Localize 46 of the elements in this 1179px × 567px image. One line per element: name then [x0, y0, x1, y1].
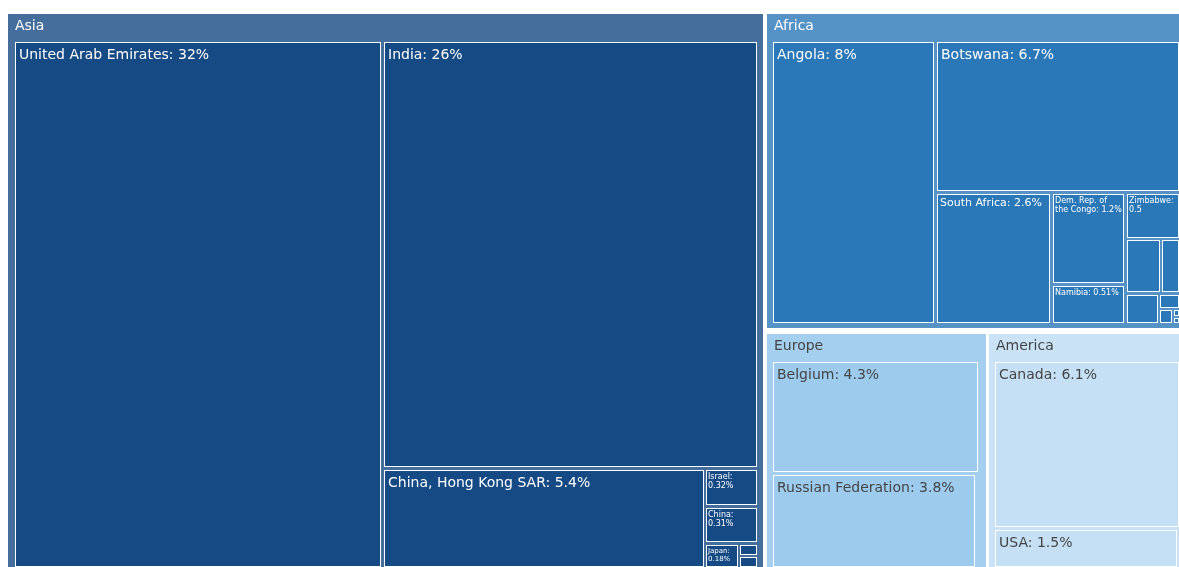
- tile-label: Dem. Rep. of the Congo: 1.2%: [1055, 196, 1122, 215]
- treemap-tile[interactable]: [740, 557, 757, 567]
- region-label: Europe: [774, 337, 824, 354]
- treemap-tile[interactable]: Dem. Rep. of the Congo: 1.2%: [1053, 194, 1124, 283]
- treemap-tile[interactable]: Angola: 8%: [773, 42, 934, 323]
- treemap-tile[interactable]: Zimbabwe: 0.5: [1127, 194, 1179, 238]
- region-block[interactable]: Europe Belgium: 4.3% Russian Federation: 3.8%: [767, 334, 986, 567]
- treemap-tile[interactable]: Belgium: 4.3%: [773, 362, 978, 472]
- treemap-tile[interactable]: Botswana: 6.7%: [937, 42, 1179, 191]
- treemap-tile[interactable]: [1127, 295, 1158, 323]
- tile-label: Angola: 8%: [777, 46, 857, 63]
- treemap-tile[interactable]: USA: 1.5%: [995, 530, 1177, 567]
- treemap-tile[interactable]: Russian Federation: 3.8%: [773, 475, 975, 567]
- tile-label: China: 0.31%: [708, 510, 735, 529]
- tile-label: Israel: 0.32%: [708, 472, 735, 491]
- treemap-tile[interactable]: [1160, 295, 1179, 308]
- tile-label: Namibia: 0.51%: [1055, 288, 1119, 298]
- treemap-tile[interactable]: [1127, 240, 1160, 292]
- region-label: Africa: [774, 17, 814, 34]
- tile-label: India: 26%: [388, 46, 463, 63]
- region-block[interactable]: America Canada: 6.1% USA: 1.5%: [989, 334, 1179, 567]
- treemap-tile[interactable]: [1160, 310, 1172, 323]
- treemap-tile[interactable]: Israel: 0.32%: [706, 470, 757, 505]
- treemap-tile[interactable]: [740, 545, 757, 555]
- tile-label: Botswana: 6.7%: [941, 46, 1055, 63]
- tile-label: Zimbabwe: 0.5: [1129, 196, 1175, 215]
- treemap-tile[interactable]: Canada: 6.1%: [995, 362, 1179, 527]
- tile-label: Russian Federation: 3.8%: [777, 479, 955, 496]
- tile-label: Canada: 6.1%: [999, 366, 1097, 383]
- tile-label: USA: 1.5%: [999, 534, 1073, 551]
- treemap-tile[interactable]: India: 26%: [384, 42, 757, 467]
- region-label: America: [996, 337, 1054, 354]
- treemap-tile[interactable]: China, Hong Kong SAR: 5.4%: [384, 470, 704, 567]
- treemap-tile[interactable]: China: 0.31%: [706, 508, 757, 542]
- treemap-tile[interactable]: [1174, 318, 1179, 323]
- treemap-tile[interactable]: [1162, 240, 1179, 292]
- tile-label: United Arab Emirates: 32%: [19, 46, 210, 63]
- treemap-tile[interactable]: [1174, 310, 1179, 316]
- tile-label: Belgium: 4.3%: [777, 366, 880, 383]
- tile-label: South Africa: 2.6%: [940, 197, 1042, 210]
- region-label: Asia: [15, 17, 45, 34]
- treemap-tile[interactable]: Namibia: 0.51%: [1053, 286, 1124, 323]
- treemap-tile[interactable]: South Africa: 2.6%: [937, 194, 1050, 323]
- treemap-tile[interactable]: United Arab Emirates: 32%: [15, 42, 381, 567]
- tile-label: China, Hong Kong SAR: 5.4%: [388, 474, 591, 491]
- region-block[interactable]: Africa Angola: 8% Botswana: 6.7% South Africa: 2.6% Dem. Rep. of the Congo: 1.2% Namibia: 0.51% Zimbabwe: 0.5: [767, 14, 1179, 328]
